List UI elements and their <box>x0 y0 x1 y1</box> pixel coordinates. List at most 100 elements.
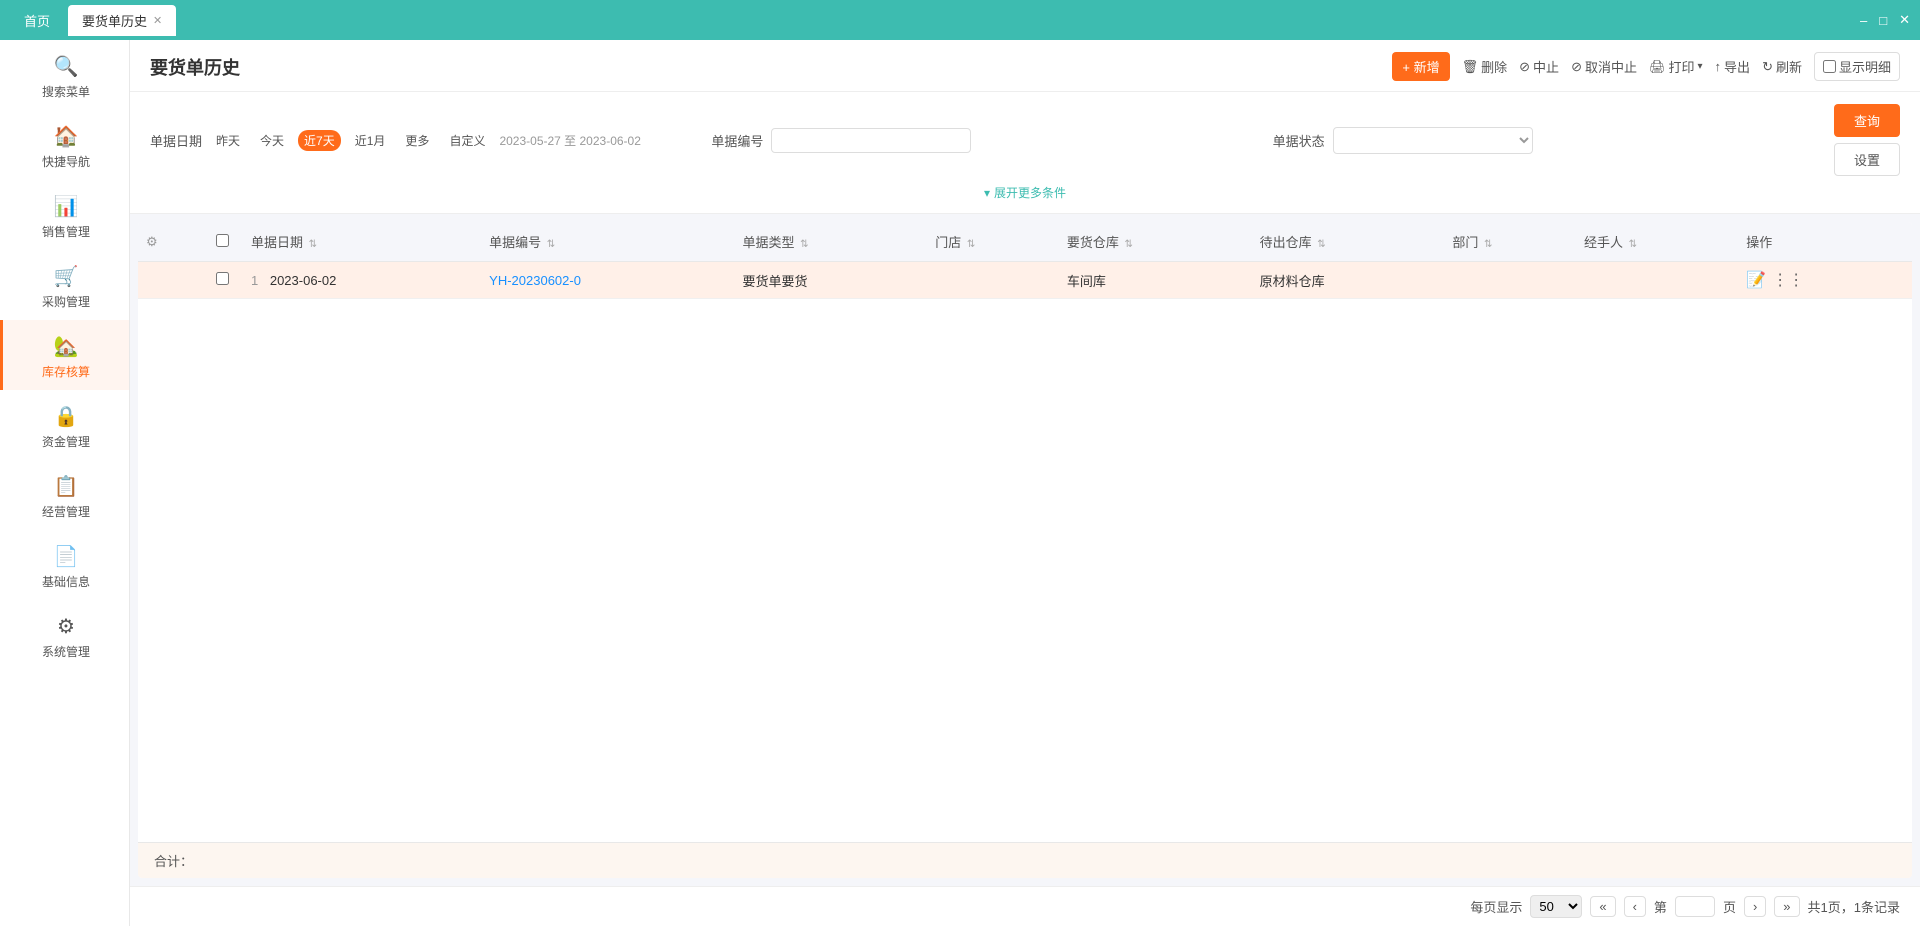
sidebar: 🔍 搜索菜单 🏠 快捷导航 📊 销售管理 🛒 采购管理 🏡 库存核算 🔒 资金管… <box>0 40 130 926</box>
expand-filter-button[interactable]: ▾ 展开更多条件 <box>150 184 1900 201</box>
sidebar-item-finance[interactable]: 🔒 资金管理 <box>0 390 129 460</box>
doc-status-filter-group: 单据状态 <box>1273 127 1814 154</box>
last-page-button[interactable]: » <box>1774 896 1799 917</box>
sidebar-label-basic: 基础信息 <box>42 573 90 590</box>
export-icon: ↑ <box>1715 59 1722 74</box>
per-page-select[interactable]: 10 20 50 100 <box>1530 895 1582 918</box>
next-page-button[interactable]: › <box>1744 896 1766 917</box>
col-pending-warehouse[interactable]: 待出仓库 ⇅ <box>1252 222 1445 262</box>
doc-status-select[interactable] <box>1333 127 1533 154</box>
col-checkbox <box>203 222 243 262</box>
row-num-cell: 1 2023-06-02 <box>243 262 481 299</box>
content-area: 要货单历史 + 新增 🗑 删除 ⊘ 中止 ⊘ 取消中止 🖨 <box>130 40 1920 926</box>
print-button[interactable]: 🖨 打印 ▾ <box>1649 57 1703 76</box>
sidebar-label-system: 系统管理 <box>42 643 90 660</box>
page-number-input[interactable]: 1 <box>1675 896 1715 917</box>
date-opt-custom[interactable]: 自定义 <box>443 130 491 151</box>
table-header-row: ⚙ 单据日期 ⇅ 单据编号 ⇅ <box>138 222 1912 262</box>
row-number-link[interactable]: YH-20230602-0 <box>489 273 581 288</box>
prev-page-button[interactable]: ‹ <box>1624 896 1646 917</box>
col-action-label: 操作 <box>1746 235 1772 250</box>
sidebar-item-operation[interactable]: 📋 经营管理 <box>0 460 129 530</box>
tab-requisition-history[interactable]: 要货单历史 ✕ <box>68 5 176 36</box>
stop-button[interactable]: ⊘ 中止 <box>1519 57 1559 76</box>
total-info: 共1页，1条记录 <box>1808 897 1900 916</box>
row-pending-warehouse-cell: 原材料仓库 <box>1252 262 1445 299</box>
table-row: 1 2023-06-02 YH-20230602-0 要货单要货 <box>138 262 1912 299</box>
display-detail-checkbox[interactable] <box>1823 60 1836 73</box>
new-button[interactable]: + 新增 <box>1392 52 1449 81</box>
pagination: 每页显示 10 20 50 100 « ‹ 第 1 页 › » 共1页，1条记录 <box>130 886 1920 926</box>
expand-label: 展开更多条件 <box>994 184 1066 201</box>
delete-label: 删除 <box>1481 57 1507 76</box>
sidebar-item-inventory[interactable]: 🏡 库存核算 <box>0 320 129 390</box>
table-footer: 合计： <box>138 842 1912 878</box>
sort-date-icon: ⇅ <box>309 239 317 250</box>
summary-label: 合计： <box>154 854 193 869</box>
row-req-warehouse: 车间库 <box>1067 274 1106 289</box>
system-icon: ⚙ <box>57 614 75 639</box>
sidebar-label-shortcut: 快捷导航 <box>42 153 90 170</box>
cancel-stop-icon: ⊘ <box>1571 59 1582 75</box>
sidebar-label-inventory: 库存核算 <box>42 363 90 380</box>
sidebar-label-finance: 资金管理 <box>42 433 90 450</box>
cancel-stop-button[interactable]: ⊘ 取消中止 <box>1571 57 1637 76</box>
stop-icon: ⊘ <box>1519 59 1530 75</box>
col-date[interactable]: 单据日期 ⇅ <box>243 222 481 262</box>
select-all-checkbox[interactable] <box>216 234 229 247</box>
sidebar-item-basic[interactable]: 📄 基础信息 <box>0 530 129 600</box>
window-close-icon[interactable]: ✕ <box>1899 12 1910 28</box>
filter-settings-button[interactable]: 设置 <box>1834 143 1900 176</box>
window-max-icon[interactable]: □ <box>1879 13 1887 28</box>
basic-icon: 📄 <box>54 544 79 569</box>
date-opt-today[interactable]: 今天 <box>254 130 290 151</box>
date-opt-more[interactable]: 更多 <box>399 130 435 151</box>
doc-number-input[interactable] <box>771 128 971 153</box>
sidebar-item-search[interactable]: 🔍 搜索菜单 <box>0 40 129 110</box>
col-type[interactable]: 单据类型 ⇅ <box>734 222 927 262</box>
query-button[interactable]: 查询 <box>1834 104 1900 137</box>
col-handler[interactable]: 经手人 ⇅ <box>1576 222 1738 262</box>
date-opt-yesterday[interactable]: 昨天 <box>210 130 246 151</box>
filter-actions: 查询 设置 <box>1834 104 1900 176</box>
window-min-icon[interactable]: – <box>1860 13 1867 28</box>
sidebar-item-sales[interactable]: 📊 销售管理 <box>0 180 129 250</box>
col-number[interactable]: 单据编号 ⇅ <box>481 222 734 262</box>
date-opt-1month[interactable]: 近1月 <box>349 130 392 151</box>
delete-button[interactable]: 🗑 删除 <box>1462 57 1508 76</box>
refresh-button[interactable]: ↻ 刷新 <box>1762 57 1802 76</box>
sidebar-item-system[interactable]: ⚙ 系统管理 <box>0 600 129 670</box>
col-req-warehouse[interactable]: 要货仓库 ⇅ <box>1059 222 1252 262</box>
purchase-icon: 🛒 <box>54 264 79 289</box>
home-icon: 🏠 <box>54 124 79 149</box>
search-icon: 🔍 <box>54 54 79 79</box>
display-detail-button[interactable]: 显示明细 <box>1814 52 1900 81</box>
sidebar-item-shortcut[interactable]: 🏠 快捷导航 <box>0 110 129 180</box>
new-label: + 新增 <box>1402 57 1439 76</box>
row-edit-icon[interactable]: 📝 <box>1746 270 1766 290</box>
tab-home-label: 首页 <box>24 11 50 30</box>
col-department[interactable]: 部门 ⇅ <box>1444 222 1576 262</box>
date-opt-7days[interactable]: 近7天 <box>298 130 341 151</box>
col-settings[interactable]: ⚙ <box>138 222 203 262</box>
first-page-button[interactable]: « <box>1590 896 1615 917</box>
row-checkbox[interactable] <box>216 272 229 285</box>
col-number-label: 单据编号 <box>489 235 541 250</box>
sidebar-label-sales: 销售管理 <box>42 223 90 240</box>
page-suffix: 页 <box>1723 897 1736 916</box>
sidebar-item-purchase[interactable]: 🛒 采购管理 <box>0 250 129 320</box>
row-checkbox-cell[interactable] <box>203 262 243 299</box>
col-store[interactable]: 门店 ⇅ <box>927 222 1059 262</box>
stop-label: 中止 <box>1533 57 1559 76</box>
sidebar-label-operation: 经营管理 <box>42 503 90 520</box>
main-layout: 🔍 搜索菜单 🏠 快捷导航 📊 销售管理 🛒 采购管理 🏡 库存核算 🔒 资金管… <box>0 40 1920 926</box>
row-date: 2023-06-02 <box>270 273 337 288</box>
date-filter-group: 单据日期 昨天 今天 近7天 近1月 更多 自定义 2023-05-27 至 2… <box>150 130 691 151</box>
row-req-warehouse-cell: 车间库 <box>1059 262 1252 299</box>
tab-close-icon[interactable]: ✕ <box>153 14 162 27</box>
tab-home[interactable]: 首页 <box>10 5 64 36</box>
export-button[interactable]: ↑ 导出 <box>1715 57 1751 76</box>
display-detail-label: 显示明细 <box>1839 57 1891 76</box>
row-more-icon[interactable]: ⋮⋮ <box>1772 270 1804 290</box>
date-filter-label: 单据日期 <box>150 131 202 150</box>
